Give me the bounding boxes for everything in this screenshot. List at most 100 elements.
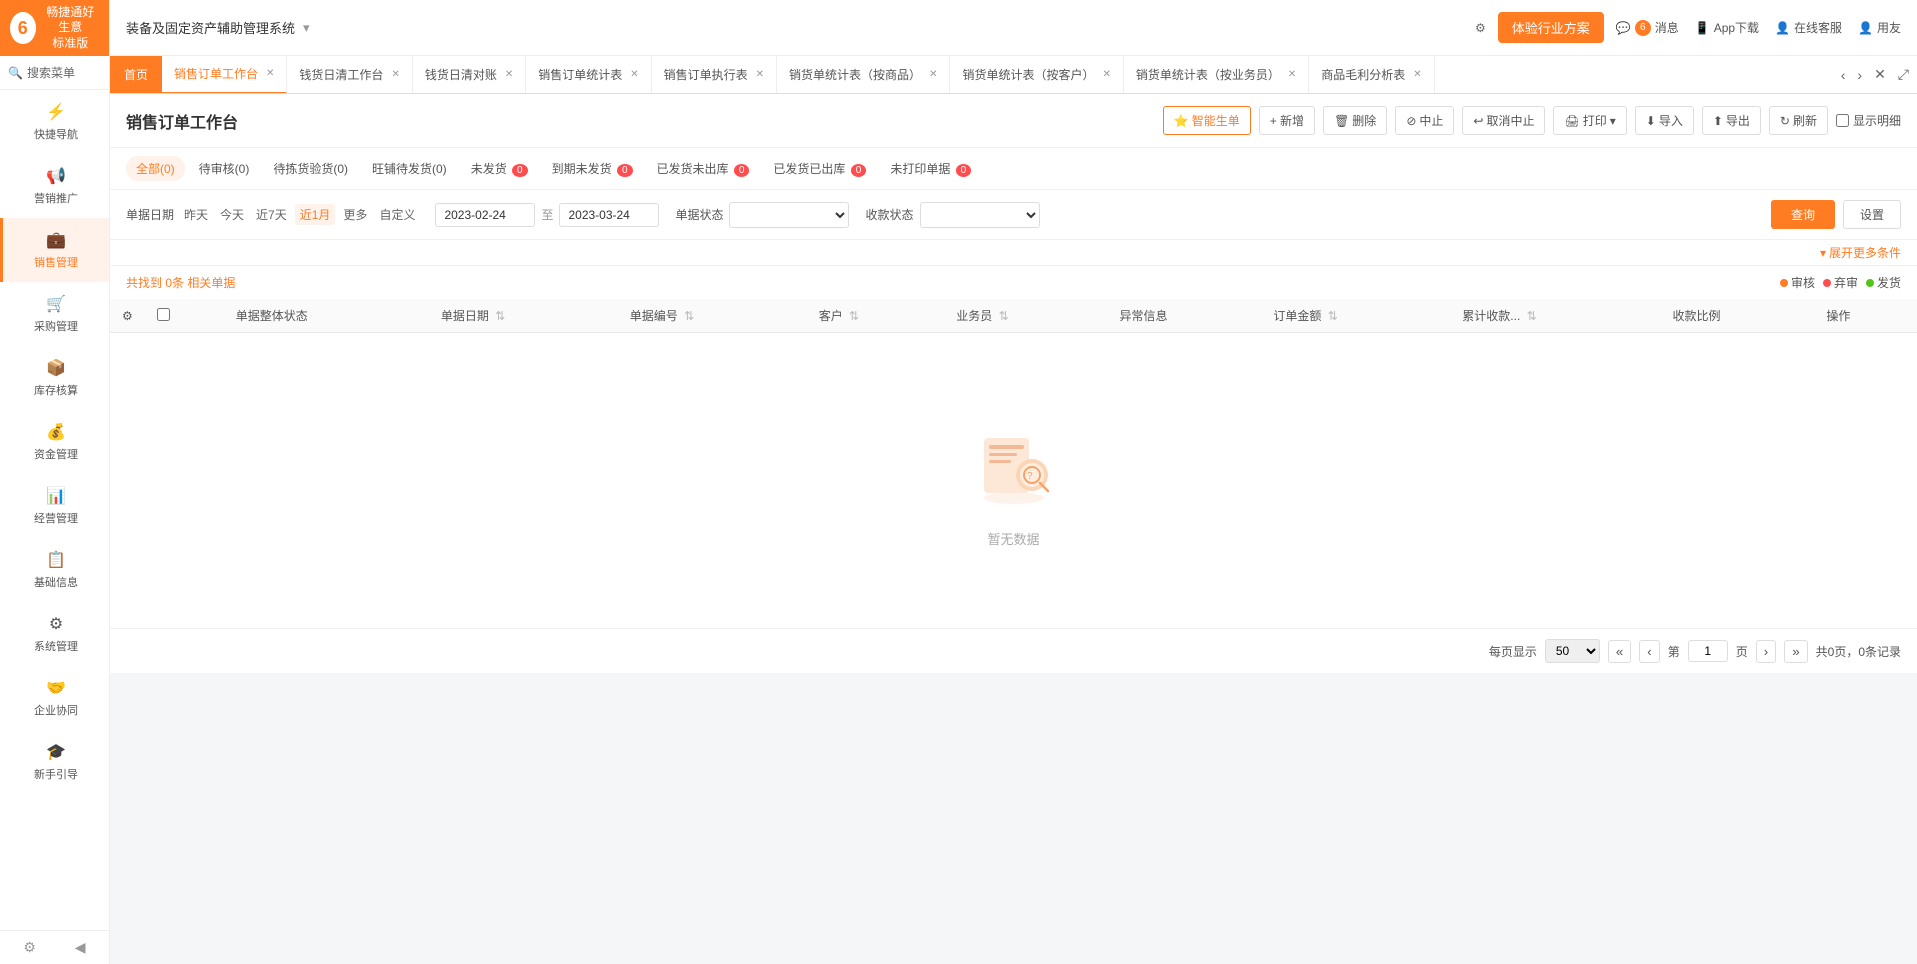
expand-icon: ▾ bbox=[1820, 246, 1826, 260]
online-service-btn[interactable]: 👤 在线客服 bbox=[1775, 19, 1842, 36]
sidebar-item-sales[interactable]: 💼 销售管理 bbox=[0, 218, 109, 282]
tab-sales-order-workbench-close[interactable]: ✕ bbox=[266, 68, 274, 79]
th-staff[interactable]: 业务员 ⇅ bbox=[944, 299, 1107, 333]
settings-icon[interactable]: ⚙ bbox=[1475, 21, 1486, 35]
suspend-btn[interactable]: ⊘ 中止 bbox=[1395, 106, 1454, 135]
date-from-input[interactable] bbox=[435, 203, 535, 227]
sidebar-item-purchase[interactable]: 🛒 采购管理 bbox=[0, 282, 109, 346]
more-date-btn[interactable]: 更多 bbox=[339, 204, 371, 225]
tab-close-all[interactable]: ✕ bbox=[1870, 64, 1890, 85]
tab-sales-product[interactable]: 销货单统计表（按商品） ✕ bbox=[777, 56, 950, 94]
settings-btn[interactable]: 设置 bbox=[1843, 200, 1901, 229]
th-collected[interactable]: 累计收款... ⇅ bbox=[1450, 299, 1660, 333]
tab-reconcile[interactable]: 钱货日清对账 ✕ bbox=[413, 56, 526, 94]
tab-scroll-left[interactable]: ‹ bbox=[1837, 65, 1850, 85]
tab-margin-analysis[interactable]: 商品毛利分析表 ✕ bbox=[1309, 56, 1434, 94]
approve-btn[interactable]: 审核 bbox=[1780, 274, 1815, 291]
yesterday-btn[interactable]: 昨天 bbox=[180, 204, 212, 225]
expand-conditions-btn[interactable]: ▾ 展开更多条件 bbox=[1820, 244, 1901, 261]
sidebar-item-system[interactable]: ⚙ 系统管理 bbox=[0, 602, 109, 666]
column-config-icon[interactable]: ⚙ bbox=[122, 309, 133, 323]
th-number[interactable]: 单据编号 ⇅ bbox=[618, 299, 807, 333]
filter-tab-pending-review[interactable]: 待审核(0) bbox=[189, 156, 260, 181]
sidebar-item-enterprise[interactable]: 🤝 企业协同 bbox=[0, 666, 109, 730]
try-industry-btn[interactable]: 体验行业方案 bbox=[1498, 12, 1604, 43]
per-page-select[interactable]: 50 100 200 bbox=[1545, 639, 1600, 663]
collapse-sidebar-btn[interactable]: ◀ bbox=[75, 939, 86, 956]
show-detail-label[interactable]: 显示明细 bbox=[1836, 112, 1901, 129]
status-select[interactable] bbox=[729, 202, 849, 228]
tab-home[interactable]: 首页 bbox=[110, 56, 162, 94]
system-icon: ⚙ bbox=[49, 614, 63, 634]
cancel-suspend-btn[interactable]: ↩ 取消中止 bbox=[1462, 106, 1545, 135]
payment-select[interactable] bbox=[920, 202, 1040, 228]
tab-margin-close[interactable]: ✕ bbox=[1413, 69, 1421, 80]
filter-tab-wangpu[interactable]: 旺铺待发货(0) bbox=[362, 156, 457, 181]
delete-btn[interactable]: 🗑 删除 bbox=[1323, 106, 1387, 135]
date-to-input[interactable] bbox=[559, 203, 659, 227]
sidebar-item-base-info[interactable]: 📋 基础信息 bbox=[0, 538, 109, 602]
tab-reconcile-close[interactable]: ✕ bbox=[505, 69, 513, 80]
message-btn[interactable]: 💬 6 消息 bbox=[1616, 19, 1679, 36]
ai-generate-btn[interactable]: ⭐ 智能生单 bbox=[1163, 106, 1251, 135]
sidebar-item-inventory[interactable]: 📦 库存核算 bbox=[0, 346, 109, 410]
tab-sales-staff[interactable]: 销货单统计表（按业务员） ✕ bbox=[1124, 56, 1309, 94]
today-btn[interactable]: 今天 bbox=[216, 204, 248, 225]
filter-tab-shipped-not-out[interactable]: 已发货未出库 0 bbox=[647, 156, 760, 181]
page-last-btn[interactable]: » bbox=[1784, 640, 1807, 663]
add-btn[interactable]: + 新增 bbox=[1259, 106, 1315, 135]
custom-date-btn[interactable]: 自定义 bbox=[375, 204, 419, 225]
filter-tab-overdue[interactable]: 到期未发货 0 bbox=[542, 156, 643, 181]
user-menu-btn[interactable]: 👤 用友 bbox=[1858, 19, 1901, 36]
tab-sales-order-workbench-label: 销售订单工作台 bbox=[174, 65, 258, 82]
sidebar-item-finance[interactable]: 💰 资金管理 bbox=[0, 410, 109, 474]
th-amount[interactable]: 订单金额 ⇅ bbox=[1261, 299, 1450, 333]
th-date[interactable]: 单据日期 ⇅ bbox=[429, 299, 618, 333]
filter-tab-shipped-out[interactable]: 已发货已出库 0 bbox=[763, 156, 876, 181]
import-btn[interactable]: ⬇ 导入 bbox=[1635, 106, 1694, 135]
tab-sales-customer[interactable]: 销货单统计表（按客户） ✕ bbox=[950, 56, 1123, 94]
page-prev-btn[interactable]: ‹ bbox=[1639, 640, 1659, 663]
filter-tab-not-shipped[interactable]: 未发货 0 bbox=[461, 156, 538, 181]
query-btn[interactable]: 查询 bbox=[1771, 200, 1835, 229]
cancel-approve-btn[interactable]: 弃审 bbox=[1823, 274, 1858, 291]
tab-sales-stats-close[interactable]: ✕ bbox=[630, 69, 638, 80]
filter-tab-all[interactable]: 全部(0) bbox=[126, 156, 185, 181]
th-customer[interactable]: 客户 ⇅ bbox=[807, 299, 945, 333]
system-dropdown-icon[interactable]: ▾ bbox=[303, 20, 310, 36]
refresh-btn[interactable]: ↻ 刷新 bbox=[1769, 106, 1828, 135]
settings-bottom-btn[interactable]: ⚙ bbox=[23, 939, 36, 956]
system-name: 装备及固定资产辅助管理系统 bbox=[126, 18, 295, 37]
tab-sales-order-workbench[interactable]: 销售订单工作台 ✕ bbox=[162, 56, 287, 94]
tab-sales-customer-close[interactable]: ✕ bbox=[1102, 69, 1110, 80]
tab-sales-stats[interactable]: 销售订单统计表 ✕ bbox=[526, 56, 651, 94]
page-next-btn[interactable]: › bbox=[1756, 640, 1776, 663]
tab-sales-exec[interactable]: 销售订单执行表 ✕ bbox=[652, 56, 777, 94]
filter-tab-not-printed[interactable]: 未打印单据 0 bbox=[880, 156, 981, 181]
select-all-checkbox[interactable] bbox=[157, 308, 170, 321]
export-btn[interactable]: ⬆ 导出 bbox=[1702, 106, 1761, 135]
sidebar-item-quick-nav[interactable]: ⚡ 快捷导航 bbox=[0, 90, 109, 154]
sidebar-item-operation[interactable]: 📊 经营管理 bbox=[0, 474, 109, 538]
sidebar-search[interactable]: 🔍 搜索菜单 bbox=[0, 56, 109, 90]
sidebar-item-guide[interactable]: 🎓 新手引导 bbox=[0, 730, 109, 794]
filter-tab-pending-inspect[interactable]: 待拣货验货(0) bbox=[263, 156, 358, 181]
tab-sales-staff-close[interactable]: ✕ bbox=[1288, 69, 1296, 80]
app-download-btn[interactable]: 📱 App下载 bbox=[1695, 19, 1759, 36]
sidebar-item-marketing[interactable]: 📢 营销推广 bbox=[0, 154, 109, 218]
tab-scroll-right[interactable]: › bbox=[1853, 65, 1866, 85]
tab-maximize[interactable]: ⤢ bbox=[1894, 64, 1913, 85]
tab-cash-daily[interactable]: 钱货日清工作台 ✕ bbox=[287, 56, 412, 94]
show-detail-checkbox[interactable] bbox=[1836, 114, 1849, 127]
page-first-btn[interactable]: « bbox=[1608, 640, 1631, 663]
last1month-btn[interactable]: 近1月 bbox=[295, 204, 336, 225]
page-header: 销售订单工作台 ⭐ 智能生单 + 新增 🗑 删除 ⊘ 中止 bbox=[110, 94, 1917, 148]
tab-cash-daily-close[interactable]: ✕ bbox=[391, 69, 399, 80]
tab-sales-product-close[interactable]: ✕ bbox=[929, 69, 937, 80]
page-number-input[interactable] bbox=[1688, 640, 1728, 662]
tab-sales-exec-close[interactable]: ✕ bbox=[756, 69, 764, 80]
print-btn[interactable]: 🖨 打印 ▾ bbox=[1553, 106, 1626, 135]
ship-btn[interactable]: 发货 bbox=[1866, 274, 1901, 291]
last7days-btn[interactable]: 近7天 bbox=[252, 204, 291, 225]
sidebar-item-guide-label: 新手引导 bbox=[34, 766, 78, 782]
